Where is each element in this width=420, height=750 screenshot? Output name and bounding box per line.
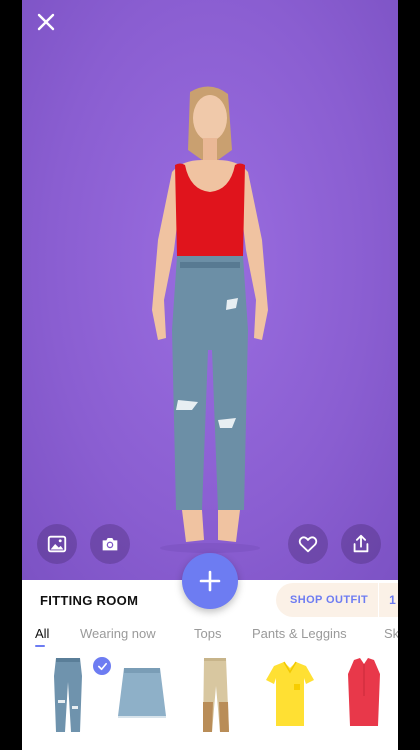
share-icon <box>353 534 369 553</box>
camera-icon <box>102 538 118 551</box>
close-button[interactable] <box>34 10 58 34</box>
heart-icon <box>298 536 318 553</box>
gallery-icon <box>47 535 67 553</box>
close-icon <box>37 13 55 31</box>
red-blouse-thumbnail <box>348 658 380 726</box>
clothing-items <box>22 656 398 736</box>
camera-button[interactable] <box>90 524 130 564</box>
tab-tops[interactable]: Tops <box>194 626 221 641</box>
tab-all[interactable]: All <box>35 626 49 641</box>
shop-divider <box>378 583 380 617</box>
clothing-item-jeans[interactable] <box>38 656 112 734</box>
tab-wearing-now[interactable]: Wearing now <box>80 626 156 641</box>
denim-skirt-thumbnail <box>118 668 166 718</box>
add-icon <box>199 570 221 592</box>
clothing-item-red-blouse[interactable] <box>334 656 394 734</box>
clothing-item-beige-pants[interactable] <box>186 656 246 734</box>
tab-indicator <box>35 645 45 647</box>
clothing-item-yellow-polo[interactable] <box>260 656 320 734</box>
tab-pants-leggins[interactable]: Pants & Leggins <box>252 626 347 641</box>
category-tabs: All Wearing now Tops Pants & Leggins Sk <box>22 626 398 650</box>
favorite-button[interactable] <box>288 524 328 564</box>
fitting-photo <box>22 0 398 580</box>
check-icon <box>97 662 107 670</box>
yellow-polo-thumbnail <box>266 661 314 726</box>
shop-outfit-button[interactable]: SHOP OUTFIT 1 <box>276 583 398 617</box>
jeans-thumbnail <box>54 658 82 732</box>
tab-skirts[interactable]: Sk <box>384 626 398 641</box>
model-figure <box>152 86 268 553</box>
panel-title: FITTING ROOM <box>40 593 139 608</box>
selected-check <box>92 656 112 676</box>
beige-pants-thumbnail <box>203 658 229 732</box>
shop-outfit-count: 1 <box>389 593 396 607</box>
clothing-item-denim-skirt[interactable] <box>112 656 172 734</box>
shop-outfit-label: SHOP OUTFIT <box>290 594 369 606</box>
gallery-button[interactable] <box>37 524 77 564</box>
app-screen: FITTING ROOM SHOP OUTFIT 1 All Wearing n… <box>22 0 398 750</box>
add-button[interactable] <box>182 553 238 609</box>
share-button[interactable] <box>341 524 381 564</box>
